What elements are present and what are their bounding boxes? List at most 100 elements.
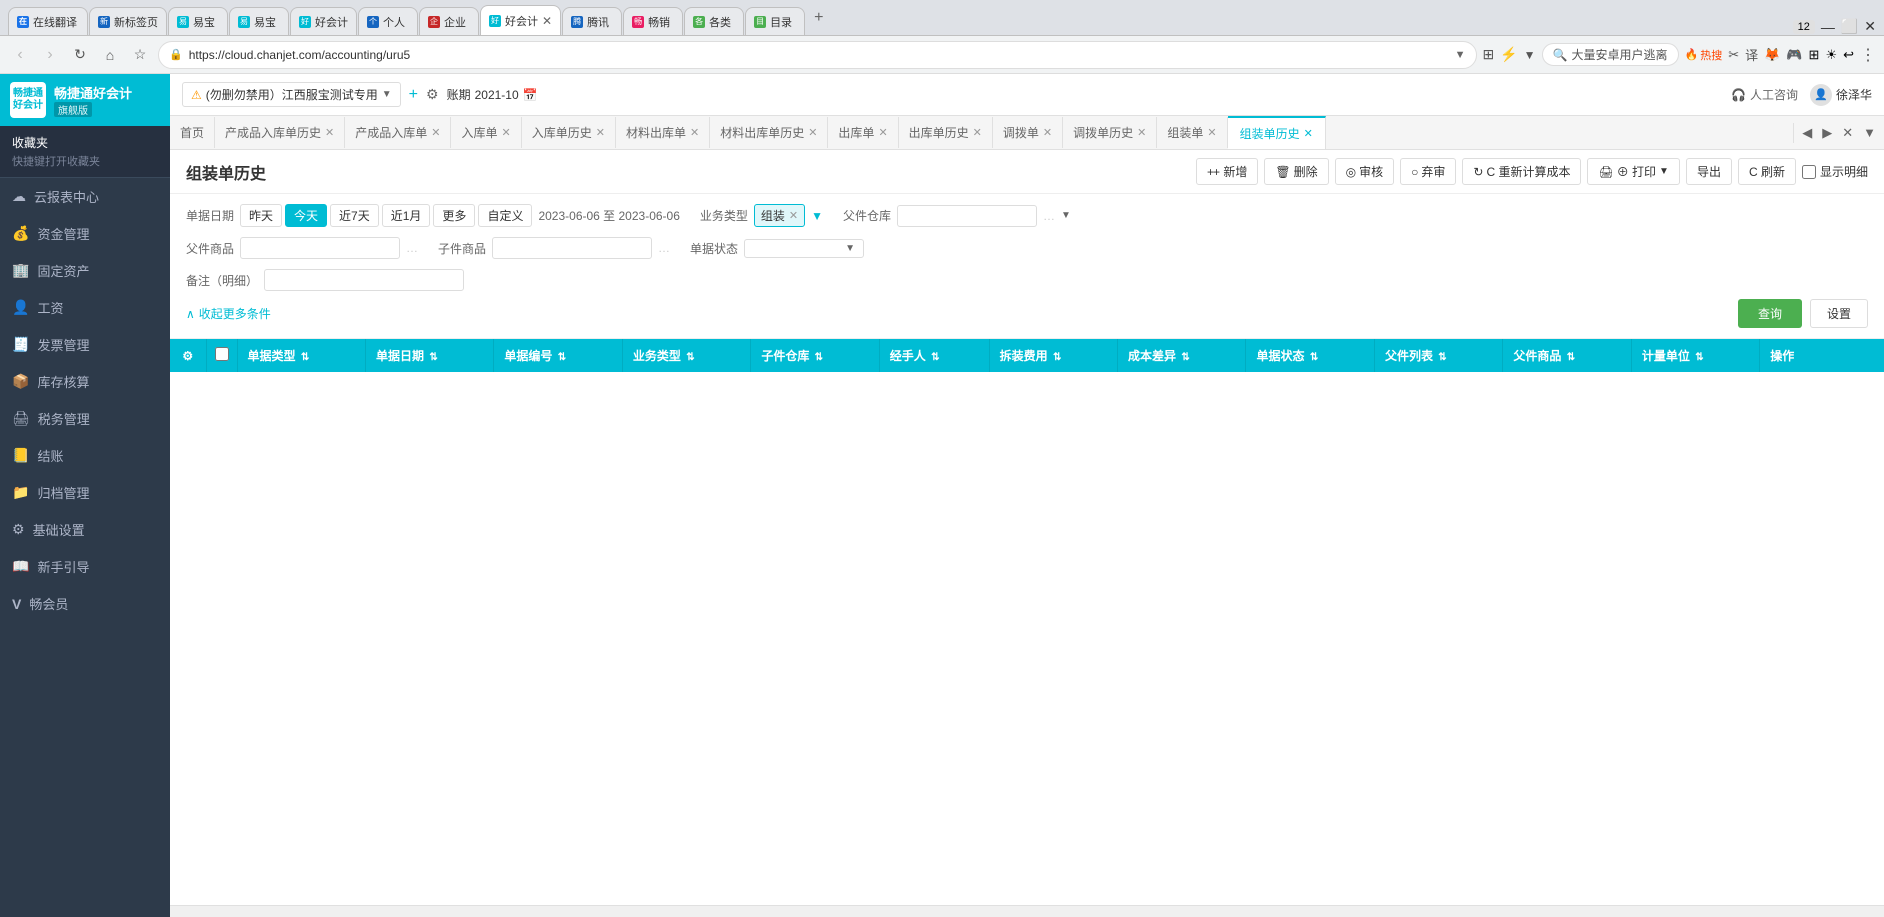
sidebar-nav-item-tax[interactable]: 🖨 税务管理 xyxy=(0,400,170,437)
tab-nav-prev[interactable]: ◀ xyxy=(1798,123,1816,143)
emoji-icon[interactable]: 🦊 xyxy=(1764,47,1780,63)
sidebar-nav-item-archive[interactable]: 📁 归档管理 xyxy=(0,474,170,511)
tab-prod-inbound-hist[interactable]: 产成品入库单历史 ✕ xyxy=(215,117,345,148)
tab-close-8[interactable]: ✕ xyxy=(542,14,552,28)
sun-icon[interactable]: ☀ xyxy=(1825,47,1837,63)
parent-goods-text[interactable] xyxy=(249,241,369,255)
tab-close-12[interactable]: ✕ xyxy=(1304,127,1313,140)
date-btn-today[interactable]: 今天 xyxy=(285,204,327,227)
user-info[interactable]: 👤 徐泽华 xyxy=(1810,84,1872,106)
tab-close-6[interactable]: ✕ xyxy=(808,126,817,139)
close-window-icon[interactable]: ✕ xyxy=(1864,18,1876,35)
parent-warehouse-more[interactable]: … xyxy=(1043,209,1055,223)
url-dropdown-icon[interactable]: ▼ xyxy=(1455,49,1466,61)
sidebar-nav-item-invoice[interactable]: 🧾 发票管理 xyxy=(0,326,170,363)
bill-status-dropdown[interactable]: ▼ xyxy=(744,239,864,258)
tab-transfer[interactable]: 调拨单 ✕ xyxy=(993,117,1063,148)
company-selector[interactable]: ⚠ (勿删勿禁用）江西服宝测试专用 ▼ xyxy=(182,82,401,107)
horizontal-scrollbar[interactable] xyxy=(170,905,1884,917)
browser-tab-8-active[interactable]: 好 好会计 ✕ xyxy=(480,5,561,35)
tab-prod-inbound[interactable]: 产成品入库单 ✕ xyxy=(345,117,451,148)
sidebar-nav-item-guide[interactable]: 📖 新手引导 xyxy=(0,548,170,585)
new-tab-button[interactable]: + xyxy=(806,9,831,27)
date-btn-more[interactable]: 更多 xyxy=(433,204,475,227)
browser-tab-12[interactable]: 目 目录 xyxy=(745,7,805,35)
tab-assembly[interactable]: 组装单 ✕ xyxy=(1157,117,1227,148)
tab-close-3[interactable]: ✕ xyxy=(502,126,511,139)
browser-tab-6[interactable]: 个 个人 xyxy=(358,7,418,35)
biz-type-tag-close[interactable]: ✕ xyxy=(789,209,798,222)
browser-tab-2[interactable]: 新 新标签页 xyxy=(89,7,167,35)
scissors-icon[interactable]: ✂ xyxy=(1728,47,1739,63)
browser-tab-7[interactable]: 企 企业 xyxy=(419,7,479,35)
checkbox-col-header[interactable] xyxy=(206,339,237,372)
date-btn-custom[interactable]: 自定义 xyxy=(478,204,532,227)
sidebar-nav-item-payroll[interactable]: 👤 工资 xyxy=(0,289,170,326)
tab-inbound[interactable]: 入库单 ✕ xyxy=(451,117,521,148)
menu-icon[interactable]: ⋮ xyxy=(1860,45,1876,65)
undo-icon[interactable]: ↩ xyxy=(1843,47,1854,63)
game-icon[interactable]: 🎮 xyxy=(1786,47,1802,63)
tab-inbound-hist[interactable]: 入库单历史 ✕ xyxy=(522,117,616,148)
tab-close-5[interactable]: ✕ xyxy=(690,126,699,139)
nav-refresh-btn[interactable]: ↻ xyxy=(68,43,92,67)
parent-warehouse-dropdown[interactable]: ▼ xyxy=(1061,210,1071,221)
collapse-btn[interactable]: ∧ 收起更多条件 xyxy=(186,305,271,322)
abandon-button[interactable]: ○ 弃审 xyxy=(1400,158,1456,185)
nav-back-btn[interactable]: ‹ xyxy=(8,43,32,67)
parent-warehouse-text[interactable] xyxy=(906,209,1006,223)
col-child-warehouse[interactable]: 子件仓库 ⇅ xyxy=(751,339,879,372)
child-goods-more[interactable]: … xyxy=(658,241,670,255)
sidebar-nav-item-member[interactable]: V 畅会员 xyxy=(0,585,170,622)
tab-close-10[interactable]: ✕ xyxy=(1137,126,1146,139)
col-bill-type[interactable]: 单据类型 ⇅ xyxy=(237,339,365,372)
export-button[interactable]: 导出 xyxy=(1686,158,1732,185)
tab-outbound-hist[interactable]: 出库单历史 ✕ xyxy=(899,117,993,148)
print-button[interactable]: 🖨 ⊕ 打印 ▼ xyxy=(1587,158,1679,185)
minimize-icon[interactable]: — xyxy=(1821,19,1835,35)
period-selector[interactable]: 账期 2021-10 📅 xyxy=(447,86,538,103)
sidebar-nav-item-settings[interactable]: ⚙ 基础设置 xyxy=(0,511,170,548)
browser-tab-1[interactable]: 在 在线翻译 xyxy=(8,7,88,35)
audit-button[interactable]: ◎ 审核 xyxy=(1335,158,1395,185)
child-goods-input-box[interactable] xyxy=(492,237,652,259)
tab-close-2[interactable]: ✕ xyxy=(431,126,440,139)
tab-outbound[interactable]: 出库单 ✕ xyxy=(828,117,898,148)
table-settings-icon[interactable]: ⚙ xyxy=(182,349,193,363)
sidebar-nav-item-assets[interactable]: 🏢 固定资产 xyxy=(0,252,170,289)
query-button[interactable]: 查询 xyxy=(1738,299,1802,328)
nav-home-btn[interactable]: ⌂ xyxy=(98,43,122,67)
grid2-icon[interactable]: ⊞ xyxy=(1809,47,1820,63)
col-cost-diff[interactable]: 成本差异 ⇅ xyxy=(1118,339,1246,372)
date-btn-yesterday[interactable]: 昨天 xyxy=(240,204,282,227)
child-goods-text[interactable] xyxy=(501,241,621,255)
translate-icon[interactable]: 译 xyxy=(1745,45,1758,64)
tab-home[interactable]: 首页 xyxy=(170,117,215,148)
tab-close-11[interactable]: ✕ xyxy=(1207,126,1216,139)
url-bar[interactable]: 🔒 https://cloud.chanjet.com/accounting/u… xyxy=(158,41,1477,69)
col-handler[interactable]: 经手人 ⇅ xyxy=(879,339,989,372)
parent-goods-more[interactable]: … xyxy=(406,241,418,255)
service-btn[interactable]: 🎧 人工咨询 xyxy=(1731,86,1798,103)
lightning-icon[interactable]: ⚡ xyxy=(1500,46,1517,63)
date-btn-1month[interactable]: 近1月 xyxy=(382,204,431,227)
show-detail-checkbox[interactable]: 显示明细 xyxy=(1802,163,1868,180)
parent-goods-input-box[interactable] xyxy=(240,237,400,259)
notes-input[interactable] xyxy=(264,269,464,291)
nav-forward-btn[interactable]: › xyxy=(38,43,62,67)
tab-nav-more[interactable]: ▼ xyxy=(1859,123,1880,142)
biz-type-more-icon[interactable]: ▼ xyxy=(811,209,823,223)
nav-star-btn[interactable]: ☆ xyxy=(128,43,152,67)
col-unit[interactable]: 计量单位 ⇅ xyxy=(1631,339,1759,372)
sidebar-favorites[interactable]: 收藏夹 快捷键打开收藏夹 xyxy=(0,126,170,178)
search-box[interactable]: 🔍 大量安卓用户逃离 xyxy=(1542,43,1679,66)
tab-transfer-hist[interactable]: 调拨单历史 ✕ xyxy=(1063,117,1157,148)
col-bill-date[interactable]: 单据日期 ⇅ xyxy=(365,339,493,372)
tab-close-8b[interactable]: ✕ xyxy=(973,126,982,139)
sidebar-nav-item-cloud[interactable]: ☁ 云报表中心 xyxy=(0,178,170,215)
browser-tab-11[interactable]: 各 各类 xyxy=(684,7,744,35)
tab-close-1[interactable]: ✕ xyxy=(325,126,334,139)
settings-gear-icon[interactable]: ⚙ xyxy=(426,86,439,103)
browser-tab-3[interactable]: 易 易宝 xyxy=(168,7,228,35)
tab-nav-close[interactable]: ✕ xyxy=(1838,123,1857,143)
